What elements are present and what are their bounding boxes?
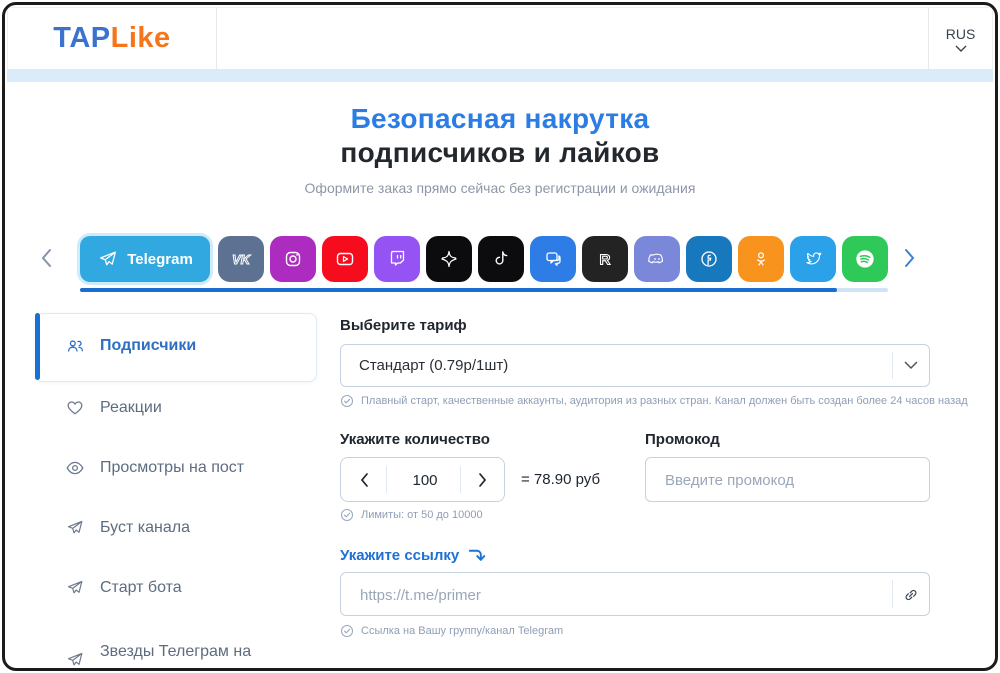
page-title-line2: подписчиков и лайков (340, 137, 660, 168)
telegram-tab-label: Telegram (127, 250, 193, 268)
header-accent-band (7, 69, 993, 82)
promo-field (645, 457, 930, 502)
link-note: Ссылка на Вашу группу/канал Telegram (340, 624, 563, 638)
facebook-icon (697, 247, 721, 271)
link-field-divider (892, 580, 893, 608)
sidebar-item-label: Просмотры на пост (100, 459, 245, 476)
paper-plane-icon (64, 517, 86, 539)
page: TAP Like RUS Безопасная накрутка подписчи… (0, 0, 1000, 673)
sidebar-item-label: Буст канала (100, 519, 190, 536)
sidebar-item-reactions[interactable]: Реакции (35, 388, 315, 428)
paper-plane-icon (64, 649, 86, 668)
social-vk-tile[interactable]: VK (218, 236, 264, 282)
twitch-icon (385, 247, 409, 271)
social-odnoklassniki-tile[interactable] (738, 236, 784, 282)
chat-bubbles-icon (541, 247, 565, 271)
spotify-icon (852, 246, 878, 272)
header: TAP Like RUS (7, 7, 993, 70)
vk-icon: VK (228, 246, 254, 272)
link-note-text: Ссылка на Вашу группу/канал Telegram (361, 625, 564, 637)
chevron-down-icon (902, 358, 920, 372)
social-discord-tile[interactable] (634, 236, 680, 282)
social-chat-tile[interactable] (530, 236, 576, 282)
language-label: RUS (945, 25, 976, 42)
social-facebook-tile[interactable] (686, 236, 732, 282)
tariff-select[interactable]: Стандарт (0.79р/1шт) (340, 344, 930, 387)
sidebar-item-label: Старт бота (100, 579, 182, 596)
promo-label: Промокод (645, 431, 720, 448)
discord-icon (645, 247, 669, 271)
social-tiktok-tile[interactable] (478, 236, 524, 282)
svg-text:R: R (600, 251, 611, 268)
sidebar-item-label: Подписчики (100, 337, 197, 354)
tariff-note-text: Плавный старт, качественные аккаунты, ау… (361, 395, 968, 407)
promo-input[interactable] (663, 459, 917, 502)
social-rutube-tile[interactable]: R (582, 236, 628, 282)
carousel-prev-button[interactable] (40, 248, 52, 268)
page-title-line1: Безопасная накрутка (350, 103, 650, 134)
link-chain-icon[interactable] (901, 585, 921, 605)
link-label-text: Укажите ссылку (340, 547, 460, 564)
chevron-down-icon (955, 45, 967, 52)
social-twitter-tile[interactable] (790, 236, 836, 282)
logo-like: Like (110, 22, 171, 54)
rutube-icon: R (592, 246, 618, 272)
sidebar-item-label: Звезды Телеграм на (100, 643, 252, 660)
tariff-note: Плавный старт, качественные аккаунты, ау… (340, 394, 968, 408)
link-field (340, 572, 930, 617)
quantity-label: Укажите количество (340, 431, 490, 448)
sidebar-item-post-views[interactable]: Просмотры на пост (35, 448, 315, 488)
social-instagram-tile[interactable] (270, 236, 316, 282)
tiktok-icon (489, 247, 513, 271)
tariff-label: Выберите тариф (340, 317, 467, 334)
quantity-stepper (340, 457, 505, 503)
check-circle-icon (340, 394, 354, 408)
link-input[interactable] (358, 574, 882, 617)
users-icon (64, 335, 86, 357)
quantity-note: Лимиты: от 50 до 10000 (340, 508, 483, 522)
page-subtitle: Оформите заказ прямо сейчас без регистра… (304, 180, 696, 196)
quantity-decrease-button[interactable] (341, 458, 386, 501)
arrow-turn-down-icon (467, 546, 486, 565)
odnoklassniki-icon (749, 247, 773, 271)
social-telegram-tab[interactable]: Telegram (80, 236, 210, 282)
carousel-scrollbar[interactable] (80, 288, 888, 292)
youtube-icon (333, 247, 357, 271)
calculated-price: = 78.90 руб (521, 471, 601, 488)
quantity-input[interactable] (387, 458, 463, 503)
sidebar-item-channel-boost[interactable]: Буст канала (35, 508, 315, 548)
header-divider (216, 8, 217, 69)
link-label: Укажите ссылку (340, 546, 486, 565)
sparkle-icon (437, 247, 461, 271)
logo-tap: TAP (53, 22, 111, 54)
quantity-increase-button[interactable] (460, 458, 505, 501)
sidebar-item-telegram-stars[interactable]: Звезды Телеграм на (35, 632, 315, 668)
social-spotify-tile[interactable] (842, 236, 888, 282)
select-divider (892, 352, 893, 379)
sidebar-item-label: Реакции (100, 399, 162, 416)
twitter-icon (801, 247, 825, 271)
language-selector[interactable]: RUS (929, 8, 992, 69)
svg-text:VK: VK (232, 252, 252, 267)
heart-icon (64, 397, 86, 419)
telegram-icon (97, 248, 119, 270)
logo[interactable]: TAP Like (8, 8, 216, 69)
carousel-scrollbar-thumb[interactable] (80, 288, 837, 292)
tariff-selected-value: Стандарт (0.79р/1шт) (359, 357, 509, 374)
social-sparkle-tile[interactable] (426, 236, 472, 282)
social-youtube-tile[interactable] (322, 236, 368, 282)
instagram-icon (281, 247, 305, 271)
social-twitch-tile[interactable] (374, 236, 420, 282)
sidebar-item-subscribers[interactable]: Подписчики (35, 326, 315, 366)
quantity-note-text: Лимиты: от 50 до 10000 (361, 509, 483, 521)
carousel-next-button[interactable] (904, 248, 916, 268)
eye-icon (64, 457, 86, 479)
check-circle-icon (340, 508, 354, 522)
check-circle-icon (340, 624, 354, 638)
sidebar-item-bot-start[interactable]: Старт бота (35, 568, 315, 608)
paper-plane-icon (64, 577, 86, 599)
